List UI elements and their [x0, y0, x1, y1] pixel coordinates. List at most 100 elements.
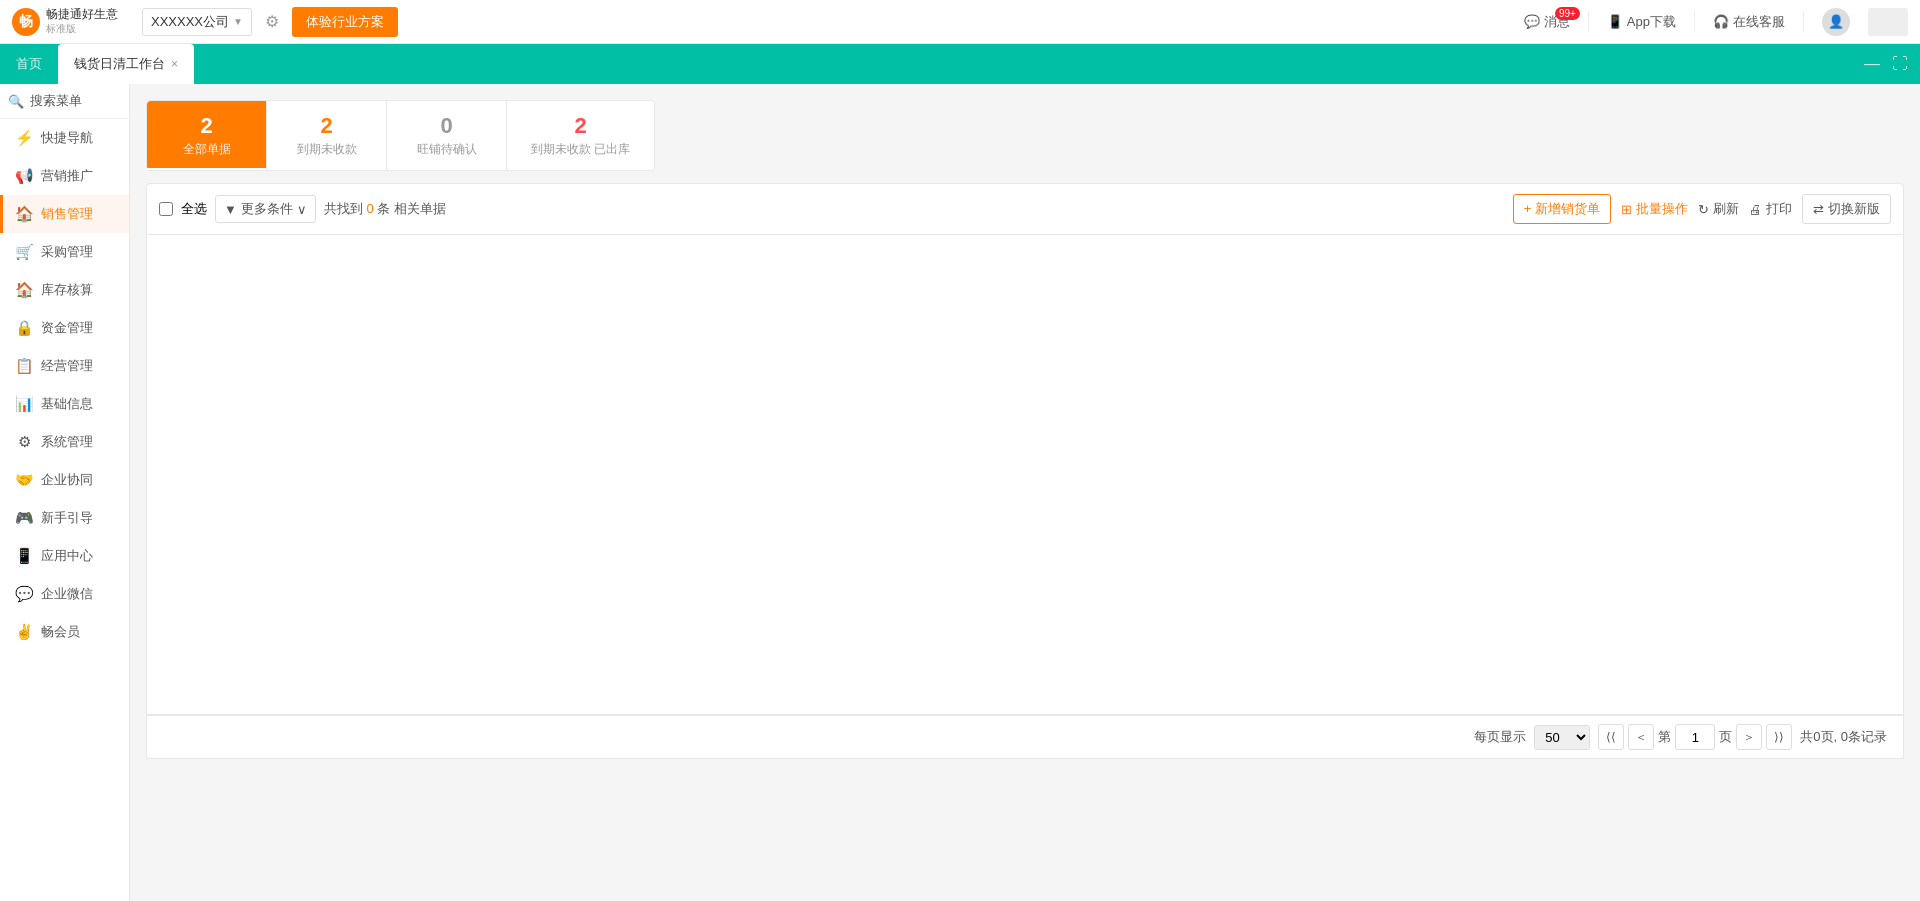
sidebar-item-member[interactable]: ✌ 畅会员 [0, 613, 129, 651]
add-sale-button[interactable]: + 新增销货单 [1513, 194, 1611, 224]
found-text: 共找到 0 条 相关单据 [324, 200, 446, 218]
last-page-button[interactable]: ⟩⟩ [1766, 724, 1792, 750]
select-all-checkbox[interactable] [159, 202, 173, 216]
page-nav: ⟨⟨ ＜ 第 页 ＞ ⟩⟩ [1598, 724, 1792, 750]
sidebar-item-enterprise[interactable]: 🤝 企业协同 [0, 461, 129, 499]
sidebar-item-marketing[interactable]: 📢 营销推广 [0, 157, 129, 195]
logo-area: 畅 畅捷通好生意 标准版 [12, 7, 142, 37]
batch-operation-button[interactable]: ⊞ 批量操作 [1621, 200, 1688, 218]
stat-card-all[interactable]: 2 全部单据 [147, 101, 267, 170]
beginner-icon: 🎮 [15, 509, 33, 527]
tab-workbench[interactable]: 钱货日清工作台 × [58, 44, 194, 84]
app-download-button[interactable]: 📱 App下载 [1607, 13, 1676, 31]
sidebar-item-inventory[interactable]: 🏠 库存核算 [0, 271, 129, 309]
sidebar-item-system[interactable]: ⚙ 系统管理 [0, 423, 129, 461]
stat-cards: 2 全部单据 2 到期未收款 0 旺铺待确认 2 到期未收款 已出库 [146, 100, 655, 171]
logo-icon: 畅 [12, 8, 40, 36]
stat-card-pending[interactable]: 0 旺铺待确认 [387, 101, 507, 170]
headset-icon: 🎧 [1713, 14, 1729, 29]
message-button[interactable]: 💬 消息 99+ [1524, 13, 1570, 31]
filter-chevron-icon: ∨ [297, 202, 307, 217]
online-support-label: 在线客服 [1733, 13, 1785, 31]
wechat-icon: 💬 [15, 585, 33, 603]
filter-button[interactable]: ▼ 更多条件 ∨ [215, 195, 316, 223]
prev-page-button[interactable]: ＜ [1628, 724, 1654, 750]
settings-button[interactable]: ⚙ [258, 8, 286, 36]
sidebar-item-label: 新手引导 [41, 509, 93, 527]
sidebar-item-beginner[interactable]: 🎮 新手引导 [0, 499, 129, 537]
sidebar-item-basics[interactable]: 📊 基础信息 [0, 385, 129, 423]
download-icon: 📱 [1607, 14, 1623, 29]
switch-version-button[interactable]: ⇄ 切换新版 [1802, 194, 1891, 224]
sidebar-item-label: 应用中心 [41, 547, 93, 565]
app-center-icon: 📱 [15, 547, 33, 565]
basics-icon: 📊 [15, 395, 33, 413]
select-all-label: 全选 [181, 200, 207, 218]
tab-actions: — ⛶ [1860, 51, 1920, 77]
divider3 [1803, 12, 1804, 32]
sidebar-item-label: 快捷导航 [41, 129, 93, 147]
refresh-button[interactable]: ↻ 刷新 [1698, 200, 1739, 218]
stat-card-shipped[interactable]: 2 到期未收款 已出库 [507, 101, 654, 170]
first-page-button[interactable]: ⟨⟨ [1598, 724, 1624, 750]
company-selector[interactable]: XXXXXX公司 ▼ [142, 8, 252, 36]
logo-sub: 标准版 [46, 22, 118, 36]
sidebar-item-label: 销售管理 [41, 205, 93, 223]
tab-close-icon[interactable]: × [171, 57, 178, 71]
sidebar-item-purchase[interactable]: 🛒 采购管理 [0, 233, 129, 271]
chevron-down-icon: ▼ [233, 16, 243, 27]
next-page-button[interactable]: ＞ [1736, 724, 1762, 750]
sidebar: 🔍 搜索菜单 ⚡ 快捷导航 📢 营销推广 🏠 销售管理 🛒 采购管理 🏠 库存核… [0, 84, 130, 901]
sidebar-search[interactable]: 🔍 搜索菜单 [0, 84, 129, 119]
stat-num-overdue: 2 [291, 113, 362, 139]
company-name: XXXXXX公司 [151, 13, 229, 31]
tab-minimize-icon[interactable]: — [1860, 51, 1884, 77]
filter-icon: ▼ [224, 202, 237, 217]
divider [1588, 12, 1589, 32]
sidebar-item-app-center[interactable]: 📱 应用中心 [0, 537, 129, 575]
marketing-icon: 📢 [15, 167, 33, 185]
top-bar: 畅 畅捷通好生意 标准版 XXXXXX公司 ▼ ⚙ 体验行业方案 💬 消息 99… [0, 0, 1920, 44]
print-button[interactable]: 🖨 打印 [1749, 200, 1792, 218]
found-num: 0 [367, 201, 374, 216]
tab-maximize-icon[interactable]: ⛶ [1888, 51, 1912, 77]
print-label: 打印 [1766, 200, 1792, 218]
member-icon: ✌ [15, 623, 33, 641]
page-size-select[interactable]: 50 20 100 [1534, 725, 1590, 750]
stat-card-overdue[interactable]: 2 到期未收款 [267, 101, 387, 170]
sidebar-item-label: 企业协同 [41, 471, 93, 489]
avatar[interactable]: 👤 [1822, 8, 1850, 36]
stat-label-pending: 旺铺待确认 [411, 141, 482, 158]
sidebar-item-operations[interactable]: 📋 经营管理 [0, 347, 129, 385]
switch-label: 切换新版 [1828, 200, 1880, 218]
pagination: 每页显示 50 20 100 ⟨⟨ ＜ 第 页 ＞ ⟩⟩ 共0页, 0条记录 [146, 715, 1904, 759]
sidebar-item-sales[interactable]: 🏠 销售管理 [0, 195, 129, 233]
trial-button[interactable]: 体验行业方案 [292, 7, 398, 37]
online-support-button[interactable]: 🎧 在线客服 [1713, 13, 1785, 31]
stat-num-shipped: 2 [531, 113, 630, 139]
toolbar-left: 全选 ▼ 更多条件 ∨ 共找到 0 条 相关单据 [159, 195, 1505, 223]
page-size-label: 每页显示 [1474, 728, 1526, 746]
user-name-area[interactable] [1868, 8, 1908, 36]
stat-label-overdue: 到期未收款 [291, 141, 362, 158]
filter-label: 更多条件 [241, 200, 293, 218]
sidebar-item-finance[interactable]: 🔒 资金管理 [0, 309, 129, 347]
sidebar-item-wechat[interactable]: 💬 企业微信 [0, 575, 129, 613]
stat-label-shipped: 到期未收款 已出库 [531, 141, 630, 158]
refresh-icon: ↻ [1698, 202, 1709, 217]
page-input[interactable] [1675, 724, 1715, 750]
stat-num-all: 2 [171, 113, 242, 139]
sidebar-item-label: 库存核算 [41, 281, 93, 299]
sidebar-item-label: 营销推广 [41, 167, 93, 185]
sidebar-item-label: 经营管理 [41, 357, 93, 375]
tab-home[interactable]: 首页 [0, 44, 58, 84]
empty-state [147, 235, 1903, 635]
sidebar-item-label: 采购管理 [41, 243, 93, 261]
found-prefix: 共找到 [324, 201, 363, 216]
table-area [146, 235, 1904, 715]
page-label-prefix: 第 [1658, 728, 1671, 746]
total-info: 共0页, 0条记录 [1800, 728, 1887, 746]
sidebar-item-quick-nav[interactable]: ⚡ 快捷导航 [0, 119, 129, 157]
logo-text: 畅捷通好生意 [46, 7, 118, 23]
user-icon: 👤 [1828, 14, 1844, 29]
